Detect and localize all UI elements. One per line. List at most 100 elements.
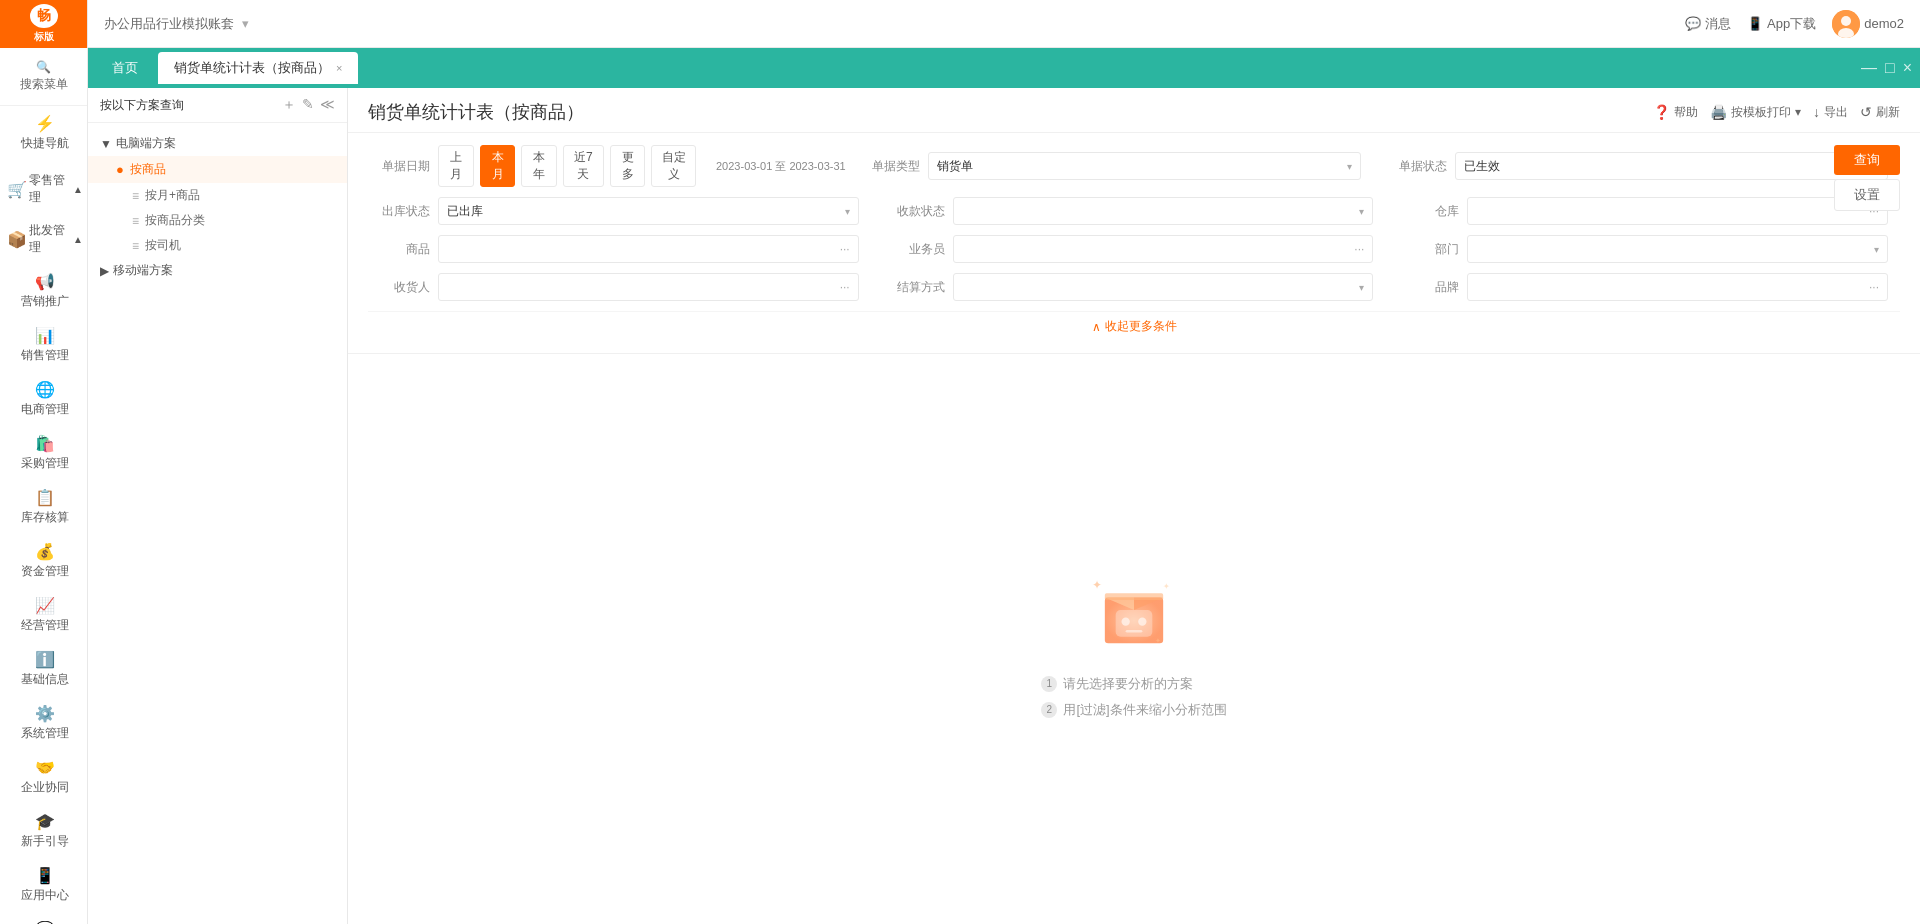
industry-label: 办公用品行业模拟账套 (104, 15, 234, 33)
scheme-add-icon[interactable]: ＋ (282, 96, 296, 114)
sidebar-item-app[interactable]: 📱 应用中心 (0, 858, 87, 912)
refresh-icon: ↺ (1860, 104, 1872, 120)
purchase-icon: 🛍️ (35, 434, 55, 453)
finance-icon: 💰 (35, 542, 55, 561)
dept-dropdown-icon: ▾ (1874, 244, 1879, 255)
print-button[interactable]: 🖨️ 按模板打印 ▾ (1710, 104, 1801, 121)
settings-button[interactable]: 设置 (1834, 179, 1900, 211)
sidebar-item-enterprise[interactable]: 🤝 企业协同 (0, 750, 87, 804)
export-button[interactable]: ↓ 导出 (1813, 104, 1848, 121)
sidebar-item-system[interactable]: ⚙️ 系统管理 (0, 696, 87, 750)
scheme-panel: 按以下方案查询 ＋ ✎ ≪ ▼ 电脑端方案 ● 按商品 (88, 88, 348, 924)
empty-illustration: ✦ ✦ ✦ (1084, 560, 1184, 663)
search-menu-button[interactable]: 🔍 搜索菜单 (12, 56, 76, 97)
help-button[interactable]: ❓ 帮助 (1653, 104, 1698, 121)
content-area: 按以下方案查询 ＋ ✎ ≪ ▼ 电脑端方案 ● 按商品 (88, 88, 1920, 924)
query-title-bar: 销货单统计计表（按商品） ❓ 帮助 🖨️ 按模板打印 ▾ ↓ 导出 (348, 88, 1920, 133)
brand-label: 品牌 (1397, 279, 1467, 296)
filter-col-salesman: 业务员 ··· (871, 235, 1386, 263)
sidebar-item-ecommerce[interactable]: 🌐 电商管理 (0, 372, 87, 426)
message-button[interactable]: 💬 消息 (1685, 15, 1731, 33)
tab-sales-stats[interactable]: 销货单统计计表（按商品） × (158, 52, 358, 84)
window-close-icon[interactable]: × (1903, 59, 1912, 77)
filter-area: 单据日期 上月 本月 本年 近7天 更多 自定义 2023-03-0 (348, 133, 1920, 354)
date-group: 上月 本月 本年 近7天 更多 自定义 (438, 145, 696, 187)
payment-status-select[interactable]: ▾ (953, 197, 1374, 225)
status-select[interactable]: 已生效 ▾ (1455, 152, 1888, 180)
query-actions: ❓ 帮助 🖨️ 按模板打印 ▾ ↓ 导出 ↺ 刷新 (1653, 104, 1900, 121)
scheme-edit-icon[interactable]: ✎ (302, 96, 314, 114)
tree-subitem-driver[interactable]: ≡ 按司机 (88, 233, 347, 258)
guide-icon: 🎓 (35, 812, 55, 831)
payment-method-select[interactable]: ▾ (953, 273, 1374, 301)
dept-label: 部门 (1397, 241, 1467, 258)
tree-group-desktop-label[interactable]: ▼ 电脑端方案 (88, 131, 347, 156)
payment-method-label: 结算方式 (883, 279, 953, 296)
message-icon: 💬 (1685, 16, 1701, 31)
window-minimize-icon[interactable]: — (1861, 59, 1877, 77)
warehouse-select[interactable]: ··· (1467, 197, 1888, 225)
out-status-select[interactable]: 已出库 ▾ (438, 197, 859, 225)
query-main: 单据日期 上月 本月 本年 近7天 更多 自定义 2023-03-0 (348, 133, 1920, 924)
date-last-7-days[interactable]: 近7天 (563, 145, 604, 187)
sidebar-item-quick-nav[interactable]: ⚡ 快捷导航 (0, 106, 87, 160)
app-download-button[interactable]: 📱 App下载 (1747, 15, 1816, 33)
sidebar-item-operations[interactable]: 📈 经营管理 (0, 588, 87, 642)
receiver-label: 收货人 (368, 279, 438, 296)
tree-group-mobile-expand-icon: ▶ (100, 264, 109, 278)
sidebar-item-wechat[interactable]: 💬 企业微信 (0, 912, 87, 924)
sidebar-item-retail[interactable]: 🛒 零售管理 ▲ (0, 164, 87, 214)
goods-select[interactable]: ··· (438, 235, 859, 263)
tree-item-by-product[interactable]: ● 按商品 (88, 156, 347, 183)
query-button[interactable]: 查询 (1834, 145, 1900, 175)
sidebar-item-guide[interactable]: 🎓 新手引导 (0, 804, 87, 858)
tree-group-desktop: ▼ 电脑端方案 ● 按商品 ≡ 按月+商品 ≡ 按商品分类 (88, 131, 347, 258)
svg-rect-10 (1126, 630, 1143, 633)
tree-subitem-product-category[interactable]: ≡ 按商品分类 (88, 208, 347, 233)
date-custom[interactable]: 自定义 (651, 145, 696, 187)
out-status-dropdown-icon: ▾ (845, 206, 850, 217)
tab-home[interactable]: 首页 (96, 52, 154, 84)
sidebar-item-inventory[interactable]: 📋 库存核算 (0, 480, 87, 534)
retail-icon: 🛒 (7, 180, 27, 199)
goods-label: 商品 (368, 241, 438, 258)
app-logo: 畅 标版 (0, 0, 87, 48)
scheme-header-actions: ＋ ✎ ≪ (282, 96, 335, 114)
active-item-icon: ● (116, 162, 124, 177)
filter-col-type: 单据类型 销货单 ▾ (846, 152, 1373, 180)
scheme-collapse-icon[interactable]: ≪ (320, 96, 335, 114)
industry-dropdown-icon[interactable]: ▾ (242, 16, 249, 31)
date-more[interactable]: 更多 (610, 145, 646, 187)
sidebar-item-purchase[interactable]: 🛍️ 采购管理 (0, 426, 87, 480)
date-this-month[interactable]: 本月 (480, 145, 516, 187)
brand-select[interactable]: ··· (1467, 273, 1888, 301)
date-this-year[interactable]: 本年 (521, 145, 557, 187)
tree-group-mobile-label[interactable]: ▶ 移动端方案 (88, 258, 347, 283)
print-dropdown-icon: ▾ (1795, 105, 1801, 119)
quick-nav-icon: ⚡ (35, 114, 55, 133)
tree-subitem-month-product[interactable]: ≡ 按月+商品 (88, 183, 347, 208)
empty-tips: 1 请先选择要分析的方案 2 用[过滤]条件来缩小分析范围 (1041, 675, 1226, 719)
sidebar-item-sales[interactable]: 📊 销售管理 (0, 318, 87, 372)
sidebar-item-finance[interactable]: 💰 资金管理 (0, 534, 87, 588)
window-maximize-icon[interactable]: □ (1885, 59, 1895, 77)
tree-group-mobile: ▶ 移动端方案 (88, 258, 347, 283)
sidebar-item-marketing[interactable]: 📢 营销推广 (0, 264, 87, 318)
username-label: demo2 (1864, 16, 1904, 31)
salesman-select[interactable]: ··· (953, 235, 1374, 263)
user-avatar-area[interactable]: demo2 (1832, 10, 1904, 38)
app-download-icon: 📱 (1747, 16, 1763, 31)
date-last-month[interactable]: 上月 (438, 145, 474, 187)
receiver-select[interactable]: ··· (438, 273, 859, 301)
svg-point-8 (1122, 617, 1130, 625)
refresh-button[interactable]: ↺ 刷新 (1860, 104, 1900, 121)
enterprise-icon: 🤝 (35, 758, 55, 777)
collapse-button[interactable]: ∧ 收起更多条件 (368, 311, 1900, 341)
tab-close-button[interactable]: × (336, 62, 342, 74)
filter-col-goods: 商品 ··· (368, 235, 871, 263)
type-select[interactable]: 销货单 ▾ (928, 152, 1361, 180)
sidebar-item-wholesale[interactable]: 📦 批发管理 ▲ (0, 214, 87, 264)
sidebar-item-basic[interactable]: ℹ️ 基础信息 (0, 642, 87, 696)
dept-select[interactable]: ▾ (1467, 235, 1888, 263)
tip-num-1: 1 (1041, 676, 1057, 692)
